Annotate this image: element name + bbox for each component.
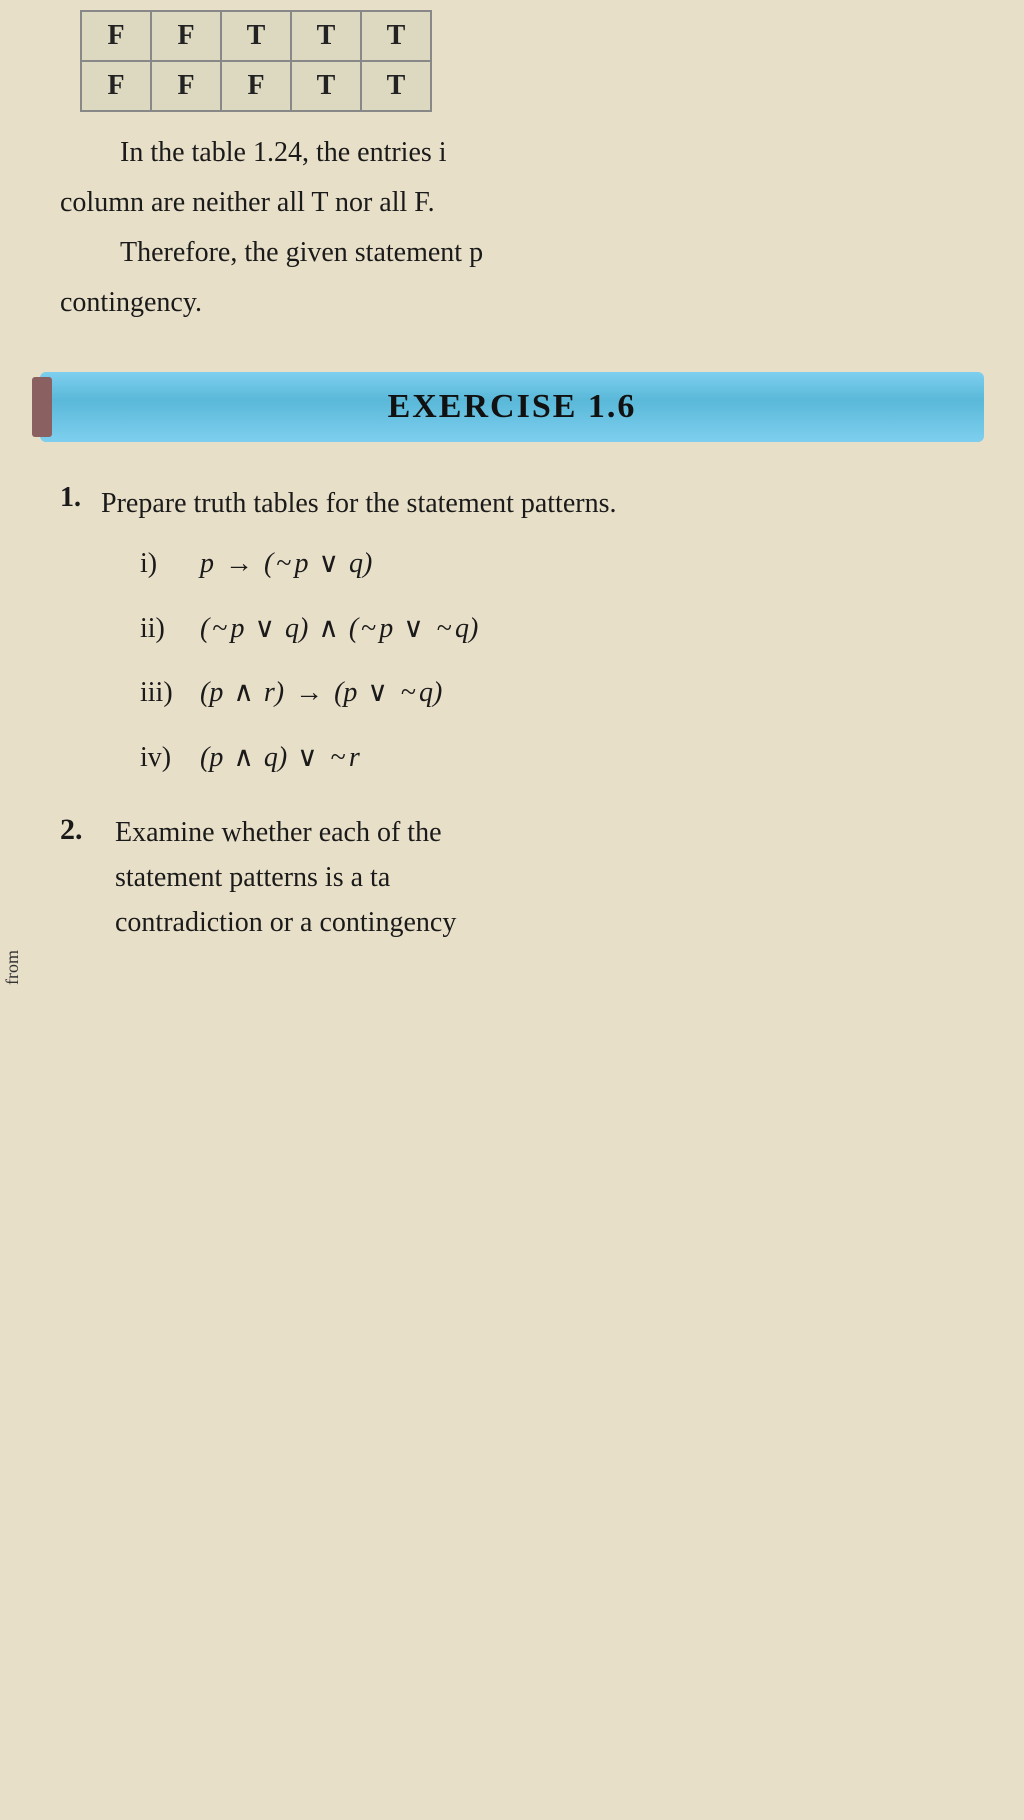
intro-paragraph: In the table 1.24, the entries i column … bbox=[0, 112, 1024, 342]
table-cell: F bbox=[81, 61, 151, 111]
intro-line-1: In the table 1.24, the entries i bbox=[60, 132, 984, 174]
question-2-number: 2. bbox=[60, 811, 115, 847]
table-cell: F bbox=[221, 61, 291, 111]
intro-line-2: column are neither all T nor all F. bbox=[60, 182, 984, 224]
question-1-row: 1. Prepare truth tables for the statemen… bbox=[60, 482, 984, 527]
sub-label-i: i) bbox=[140, 542, 200, 587]
sub-item-ii: ii) (~p ∨ q) ∧ (~p ∨ ~q) bbox=[140, 607, 984, 652]
side-annotation: from bbox=[2, 950, 23, 985]
exercise-content: 1. Prepare truth tables for the statemen… bbox=[0, 472, 1024, 965]
truth-table-section: F F T T T F F F T T bbox=[0, 0, 1024, 112]
sub-formula-ii: (~p ∨ q) ∧ (~p ∨ ~q) bbox=[200, 607, 478, 652]
exercise-header: EXERCISE 1.6 bbox=[40, 372, 984, 442]
table-cell: F bbox=[151, 11, 221, 61]
table-cell: F bbox=[151, 61, 221, 111]
truth-table: F F T T T F F F T T bbox=[80, 10, 432, 112]
table-cell: T bbox=[361, 11, 431, 61]
question-2-block: 2. Examine whether each of the statement… bbox=[60, 811, 984, 945]
intro-line-4: contingency. bbox=[60, 282, 984, 324]
question-2-row: 2. Examine whether each of the statement… bbox=[60, 811, 984, 945]
sub-label-iv: iv) bbox=[140, 736, 200, 781]
question-2-line1: Examine whether each of the bbox=[115, 817, 442, 848]
question-2-line2: statement patterns is a ta bbox=[115, 862, 390, 893]
sub-formula-i: p → (~p ∨ q) bbox=[200, 542, 372, 587]
sub-items-list: i) p → (~p ∨ q) ii) (~p ∨ q) ∧ (~p ∨ ~q)… bbox=[140, 542, 984, 781]
sub-item-i: i) p → (~p ∨ q) bbox=[140, 542, 984, 587]
question-1-block: 1. Prepare truth tables for the statemen… bbox=[60, 482, 984, 781]
table-row: F F F T T bbox=[81, 61, 431, 111]
table-row: F F T T T bbox=[81, 11, 431, 61]
table-cell: T bbox=[291, 61, 361, 111]
table-cell: T bbox=[291, 11, 361, 61]
question-1-number: 1. bbox=[60, 482, 81, 514]
sub-formula-iii: (p ∧ r) → (p ∨ ~q) bbox=[200, 671, 442, 716]
sub-label-ii: ii) bbox=[140, 607, 200, 652]
sub-formula-iv: (p ∧ q) ∨ ~r bbox=[200, 736, 360, 781]
sub-item-iii: iii) (p ∧ r) → (p ∨ ~q) bbox=[140, 671, 984, 716]
page: from F F T T T F F F T T bbox=[0, 0, 1024, 1820]
question-1-text: Prepare truth tables for the statement p… bbox=[101, 482, 984, 527]
exercise-title: EXERCISE 1.6 bbox=[388, 388, 637, 425]
question-2-line3: contradiction or a contingency bbox=[115, 907, 456, 938]
question-2-body: Examine whether each of the statement pa… bbox=[115, 811, 984, 945]
table-cell: T bbox=[361, 61, 431, 111]
sub-item-iv: iv) (p ∧ q) ∨ ~r bbox=[140, 736, 984, 781]
intro-line-3: Therefore, the given statement p bbox=[60, 232, 984, 274]
table-cell: F bbox=[81, 11, 151, 61]
sub-label-iii: iii) bbox=[140, 671, 200, 716]
table-cell: T bbox=[221, 11, 291, 61]
